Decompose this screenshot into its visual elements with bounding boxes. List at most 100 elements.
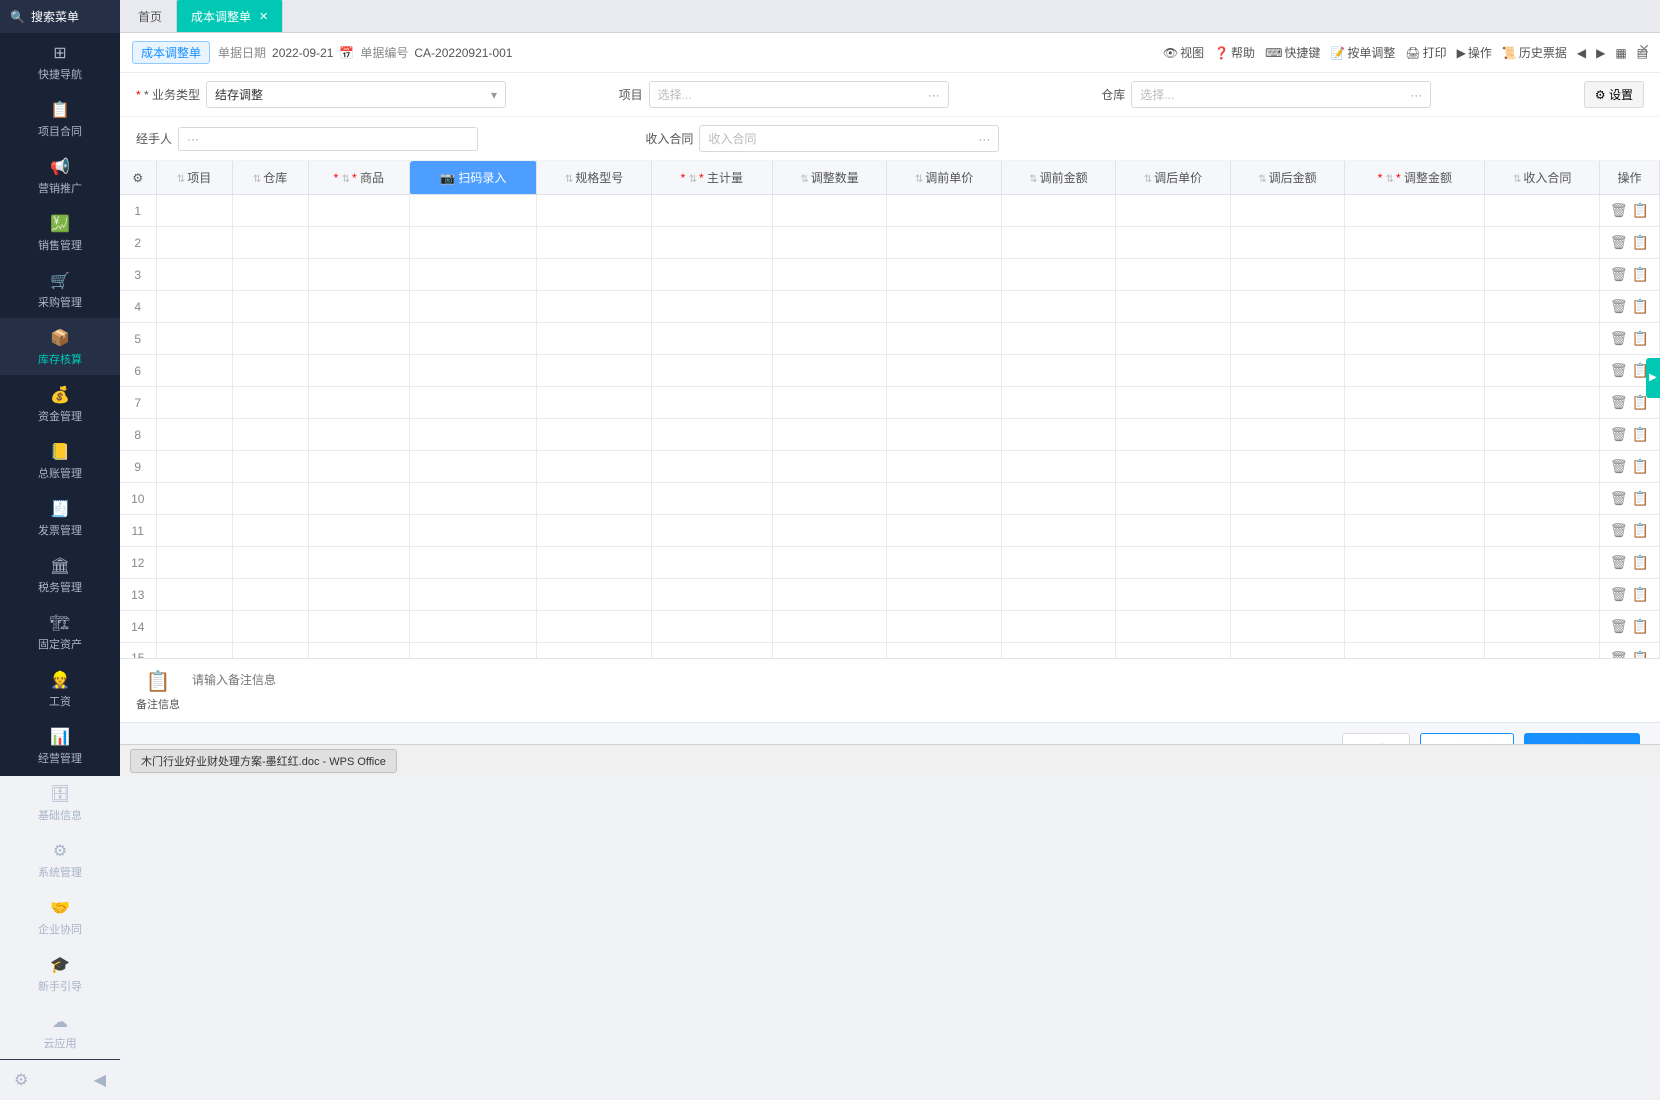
cell-adj_amount[interactable]	[1345, 259, 1485, 291]
cell-scan[interactable]	[410, 387, 537, 419]
cell-product[interactable]	[308, 483, 410, 515]
doc-action-batch-edit[interactable]: 📝 按单调整	[1330, 44, 1395, 61]
cell-warehouse[interactable]	[232, 227, 308, 259]
tab-home[interactable]: 首页	[124, 0, 177, 32]
cell-adj_amount[interactable]	[1345, 547, 1485, 579]
cell-pre_price[interactable]	[887, 643, 1001, 659]
cell-pre_price[interactable]	[887, 611, 1001, 643]
copy-icon[interactable]: 📋	[1632, 458, 1649, 474]
cell-post_price[interactable]	[1116, 643, 1230, 659]
wps-taskbar-item[interactable]: 木门行业好业财处理方案-墨红红.doc - WPS Office	[130, 749, 397, 773]
cell-actions[interactable]: 🗑📋	[1600, 291, 1660, 323]
cell-adj_amount[interactable]	[1345, 483, 1485, 515]
sidebar-item-capital-mgmt[interactable]: 💰 资金管理	[0, 375, 120, 432]
cell-spec[interactable]	[537, 451, 651, 483]
cell-unit[interactable]	[651, 387, 772, 419]
cell-pre_amount[interactable]	[1001, 323, 1115, 355]
cell-unit[interactable]	[651, 579, 772, 611]
delete-icon[interactable]: 🗑	[1610, 490, 1628, 506]
cell-income_contract[interactable]	[1485, 611, 1600, 643]
cell-post_price[interactable]	[1116, 451, 1230, 483]
cell-income_contract[interactable]	[1485, 579, 1600, 611]
cell-post_amount[interactable]	[1230, 195, 1344, 227]
cell-pre_amount[interactable]	[1001, 611, 1115, 643]
cell-project[interactable]	[156, 387, 232, 419]
cell-warehouse[interactable]	[232, 323, 308, 355]
cell-adj_qty[interactable]	[772, 547, 886, 579]
cell-pre_price[interactable]	[887, 579, 1001, 611]
copy-icon[interactable]: 📋	[1632, 522, 1649, 538]
cell-income_contract[interactable]	[1485, 387, 1600, 419]
cell-actions[interactable]: 🗑📋	[1600, 483, 1660, 515]
cell-pre_amount[interactable]	[1001, 643, 1115, 659]
cell-pre_amount[interactable]	[1001, 195, 1115, 227]
cell-scan[interactable]	[410, 611, 537, 643]
cell-pre_price[interactable]	[887, 387, 1001, 419]
delete-icon[interactable]: 🗑	[1610, 394, 1628, 410]
cell-warehouse[interactable]	[232, 483, 308, 515]
cell-spec[interactable]	[537, 195, 651, 227]
cell-income_contract[interactable]	[1485, 195, 1600, 227]
cell-scan[interactable]	[410, 355, 537, 387]
sidebar-item-biz-collab[interactable]: 🤝 企业协同	[0, 888, 120, 945]
cell-post_amount[interactable]	[1230, 259, 1344, 291]
cell-post_amount[interactable]	[1230, 483, 1344, 515]
cell-actions[interactable]: 🗑📋	[1600, 643, 1660, 659]
delete-icon[interactable]: 🗑	[1610, 522, 1628, 538]
collapse-icon[interactable]: ◀	[94, 1070, 106, 1090]
cell-spec[interactable]	[537, 579, 651, 611]
cell-warehouse[interactable]	[232, 291, 308, 323]
cell-product[interactable]	[308, 611, 410, 643]
cell-scan[interactable]	[410, 451, 537, 483]
cell-unit[interactable]	[651, 419, 772, 451]
copy-icon[interactable]: 📋	[1632, 554, 1649, 570]
delete-icon[interactable]: 🗑	[1610, 554, 1628, 570]
sidebar-search[interactable]: 🔍 搜索菜单	[0, 0, 120, 33]
cell-pre_price[interactable]	[887, 227, 1001, 259]
cell-project[interactable]	[156, 291, 232, 323]
copy-icon[interactable]: 📋	[1632, 266, 1649, 282]
cell-warehouse[interactable]	[232, 515, 308, 547]
copy-icon[interactable]: 📋	[1632, 234, 1649, 250]
cell-scan[interactable]	[410, 291, 537, 323]
cell-product[interactable]	[308, 643, 410, 659]
cell-product[interactable]	[308, 227, 410, 259]
cell-project[interactable]	[156, 643, 232, 659]
cell-post_price[interactable]	[1116, 611, 1230, 643]
business-type-input[interactable]: 结存调整 ▾	[206, 81, 506, 108]
cell-project[interactable]	[156, 355, 232, 387]
cell-spec[interactable]	[537, 259, 651, 291]
cell-post_amount[interactable]	[1230, 451, 1344, 483]
cell-scan[interactable]	[410, 515, 537, 547]
tab-close-icon[interactable]: ✕	[259, 10, 268, 23]
cell-project[interactable]	[156, 579, 232, 611]
cell-spec[interactable]	[537, 483, 651, 515]
cell-post_amount[interactable]	[1230, 419, 1344, 451]
cell-product[interactable]	[308, 515, 410, 547]
cell-pre_price[interactable]	[887, 451, 1001, 483]
cell-project[interactable]	[156, 547, 232, 579]
cell-adj_amount[interactable]	[1345, 419, 1485, 451]
cell-adj_amount[interactable]	[1345, 515, 1485, 547]
cell-pre_price[interactable]	[887, 547, 1001, 579]
cell-adj_qty[interactable]	[772, 387, 886, 419]
sidebar-item-base-info[interactable]: 🗄 基础信息	[0, 774, 120, 831]
cell-adj_qty[interactable]	[772, 483, 886, 515]
doc-action-operation[interactable]: ▶ 操作	[1457, 44, 1492, 61]
sidebar-item-inventory-calc[interactable]: 📦 库存核算	[0, 318, 120, 375]
copy-icon[interactable]: 📋	[1632, 586, 1649, 602]
cell-actions[interactable]: 🗑📋	[1600, 451, 1660, 483]
copy-icon[interactable]: 📋	[1632, 202, 1649, 218]
sidebar-item-fixed-assets[interactable]: 🏗 固定资产	[0, 603, 120, 660]
cell-product[interactable]	[308, 195, 410, 227]
cell-post_price[interactable]	[1116, 227, 1230, 259]
cell-adj_qty[interactable]	[772, 451, 886, 483]
cell-post_price[interactable]	[1116, 579, 1230, 611]
cell-post_amount[interactable]	[1230, 323, 1344, 355]
sidebar-item-invoice-mgmt[interactable]: 🧾 发票管理	[0, 489, 120, 546]
notes-input[interactable]	[192, 669, 1644, 691]
close-button[interactable]: ✕	[1638, 41, 1650, 58]
tab-cost-adjust[interactable]: 成本调整单✕	[177, 0, 283, 32]
handler-input[interactable]: ···	[178, 127, 478, 151]
delete-icon[interactable]: 🗑	[1610, 618, 1628, 634]
